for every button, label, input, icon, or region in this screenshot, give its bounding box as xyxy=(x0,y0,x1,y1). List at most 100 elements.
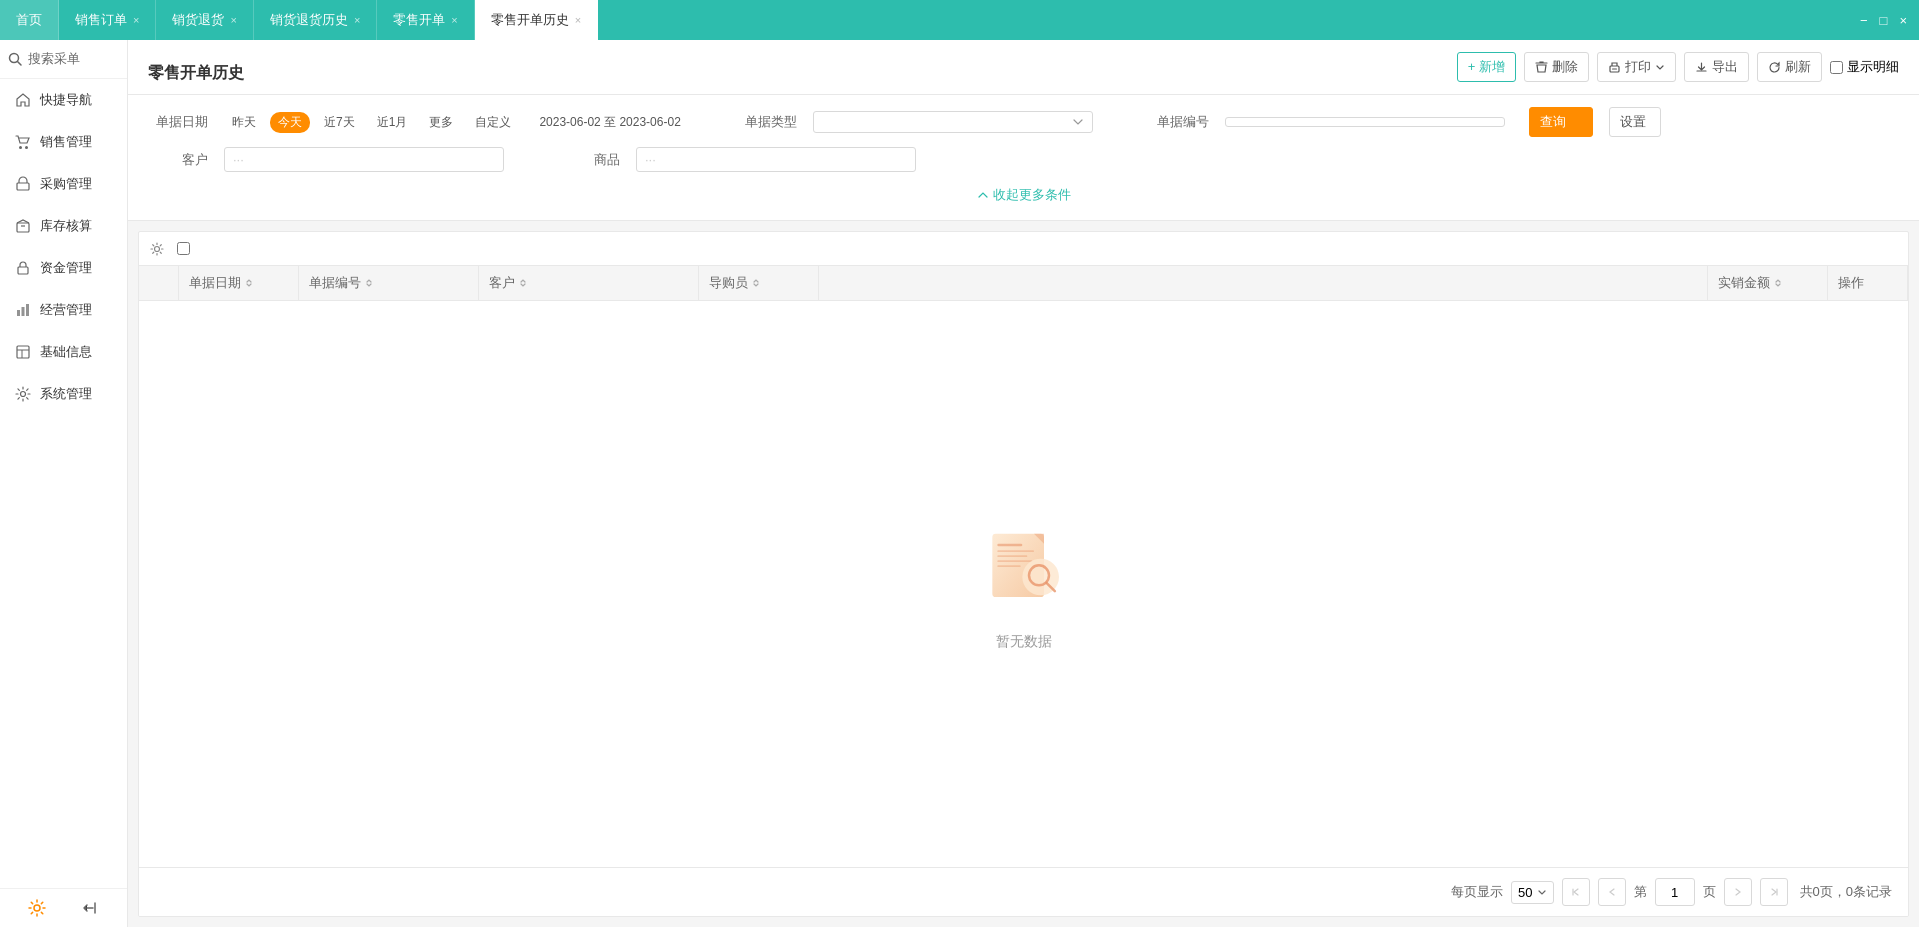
date-opt-yesterday[interactable]: 昨天 xyxy=(224,112,264,133)
tab-retail-open-history-close[interactable]: × xyxy=(575,14,581,26)
table-settings-icon[interactable] xyxy=(149,240,165,257)
th-customer[interactable]: 客户 xyxy=(479,266,699,300)
sidebar-item-finance[interactable]: 资金管理 xyxy=(0,247,127,289)
table-wrap: 单据日期 单据编号 客户 xyxy=(138,231,1909,917)
tab-sales-return[interactable]: 销货退货 × xyxy=(156,0,253,40)
billno-sort-icon[interactable] xyxy=(364,278,374,288)
type-select[interactable] xyxy=(813,111,1093,133)
tab-sales-return-label: 销货退货 xyxy=(172,11,224,29)
print-label: 打印 xyxy=(1625,58,1651,76)
sidebar-search-label: 搜索采单 xyxy=(28,50,80,68)
refresh-button[interactable]: 刷新 xyxy=(1757,52,1822,82)
date-opt-7days[interactable]: 近7天 xyxy=(316,112,363,133)
date-opt-1month[interactable]: 近1月 xyxy=(369,112,416,133)
tab-home-label: 首页 xyxy=(16,11,42,29)
sidebar-item-inventory[interactable]: 库存核算 xyxy=(0,205,127,247)
maximize-btn[interactable]: □ xyxy=(1880,13,1888,28)
th-ops-label: 操作 xyxy=(1838,274,1864,292)
sidebar-item-basic-info[interactable]: 基础信息 xyxy=(0,331,127,373)
settings-btn[interactable]: 设置 xyxy=(1609,107,1661,137)
th-billno[interactable]: 单据编号 xyxy=(299,266,479,300)
select-all-checkbox[interactable] xyxy=(177,242,190,255)
settings-icon[interactable] xyxy=(28,899,46,917)
billno-input[interactable] xyxy=(1225,117,1505,127)
svg-rect-23 xyxy=(997,555,1027,557)
last-page-btn[interactable] xyxy=(1760,878,1788,906)
tab-home[interactable]: 首页 xyxy=(0,0,59,40)
date-opt-today[interactable]: 今天 xyxy=(270,112,310,133)
th-guide[interactable]: 导购员 xyxy=(699,266,819,300)
per-page-value: 50 xyxy=(1518,885,1532,900)
table-toolbar xyxy=(139,232,1908,266)
display-detail-label[interactable]: 显示明细 xyxy=(1830,58,1899,76)
chevron-up-icon xyxy=(977,189,989,201)
customer-filter-label: 客户 xyxy=(148,151,208,169)
customer-placeholder: ··· xyxy=(233,152,244,167)
refresh-label: 刷新 xyxy=(1785,58,1811,76)
date-opt-more[interactable]: 更多 xyxy=(421,112,461,133)
export-button[interactable]: 导出 xyxy=(1684,52,1749,82)
tab-sales-return-history-close[interactable]: × xyxy=(354,14,360,26)
th-date-label: 单据日期 xyxy=(189,274,241,292)
window-controls: − □ × xyxy=(1860,13,1919,28)
display-detail-checkbox[interactable] xyxy=(1830,61,1843,74)
svg-point-19 xyxy=(155,246,160,251)
guide-sort-icon[interactable] xyxy=(751,278,761,288)
sidebar-item-purchase-mgmt-label: 采购管理 xyxy=(40,175,92,193)
trash-icon xyxy=(1535,61,1548,74)
prev-page-btn[interactable] xyxy=(1598,878,1626,906)
tab-retail-open-history-label: 零售开单历史 xyxy=(491,11,569,29)
sidebar-item-finance-label: 资金管理 xyxy=(40,259,92,277)
tab-sales-order[interactable]: 销售订单 × xyxy=(59,0,156,40)
collapse-filter-btn[interactable]: 收起更多条件 xyxy=(148,182,1899,208)
search-icon xyxy=(8,52,22,66)
tab-retail-open[interactable]: 零售开单 × xyxy=(377,0,474,40)
page-header: 零售开单历史 + 新增 删除 打印 导出 刷新 xyxy=(128,40,1919,95)
tab-retail-open-history[interactable]: 零售开单历史 × xyxy=(475,0,598,40)
page-number-input[interactable] xyxy=(1655,878,1695,906)
date-opt-custom[interactable]: 自定义 xyxy=(467,112,519,133)
print-button[interactable]: 打印 xyxy=(1597,52,1676,82)
date-sort-icon[interactable] xyxy=(244,278,254,288)
add-button[interactable]: + 新增 xyxy=(1457,52,1516,82)
per-page-select[interactable]: 50 xyxy=(1511,881,1553,904)
lock-icon xyxy=(14,259,32,277)
tab-sales-return-history[interactable]: 销货退货历史 × xyxy=(254,0,377,40)
table-body: 暂无数据 xyxy=(139,301,1908,867)
th-date[interactable]: 单据日期 xyxy=(179,266,299,300)
sidebar-item-sales-mgmt[interactable]: 销售管理 xyxy=(0,121,127,163)
svg-rect-4 xyxy=(17,183,29,190)
sidebar-search[interactable]: 搜索采单 xyxy=(0,40,127,79)
minimize-btn[interactable]: − xyxy=(1860,13,1868,28)
svg-point-2 xyxy=(19,146,22,149)
amount-sort-icon[interactable] xyxy=(1773,278,1783,288)
svg-rect-7 xyxy=(18,267,28,274)
sidebar-item-operations[interactable]: 经营管理 xyxy=(0,289,127,331)
print-dropdown-icon xyxy=(1655,62,1665,72)
first-page-btn[interactable] xyxy=(1562,878,1590,906)
th-guide-label: 导购员 xyxy=(709,274,748,292)
goods-input[interactable]: ··· xyxy=(636,147,916,172)
sidebar-item-quick-nav[interactable]: 快捷导航 xyxy=(0,79,127,121)
tab-retail-open-close[interactable]: × xyxy=(451,14,457,26)
top-tabbar: 首页 销售订单 × 销货退货 × 销货退货历史 × 零售开单 × 零售开单历史 … xyxy=(0,0,1919,40)
delete-button[interactable]: 删除 xyxy=(1524,52,1589,82)
tab-sales-order-close[interactable]: × xyxy=(133,14,139,26)
sidebar-collapse-btn[interactable] xyxy=(81,899,99,917)
svg-rect-9 xyxy=(22,307,25,316)
customer-sort-icon[interactable] xyxy=(518,278,528,288)
close-btn[interactable]: × xyxy=(1899,13,1907,28)
goods-placeholder: ··· xyxy=(645,152,656,167)
customer-input[interactable]: ··· xyxy=(224,147,504,172)
tab-sales-return-close[interactable]: × xyxy=(230,14,236,26)
svg-rect-5 xyxy=(17,223,29,232)
th-spacer xyxy=(819,266,1708,300)
shop-icon xyxy=(14,175,32,193)
next-page-btn[interactable] xyxy=(1724,878,1752,906)
goods-filter-label: 商品 xyxy=(560,151,620,169)
sidebar-item-purchase-mgmt[interactable]: 采购管理 xyxy=(0,163,127,205)
th-amount[interactable]: 实销金额 xyxy=(1708,266,1828,300)
toolbar-actions: + 新增 删除 打印 导出 刷新 xyxy=(1457,52,1899,94)
sidebar-item-system[interactable]: 系统管理 xyxy=(0,373,127,415)
query-button[interactable]: 查询 xyxy=(1529,107,1593,137)
